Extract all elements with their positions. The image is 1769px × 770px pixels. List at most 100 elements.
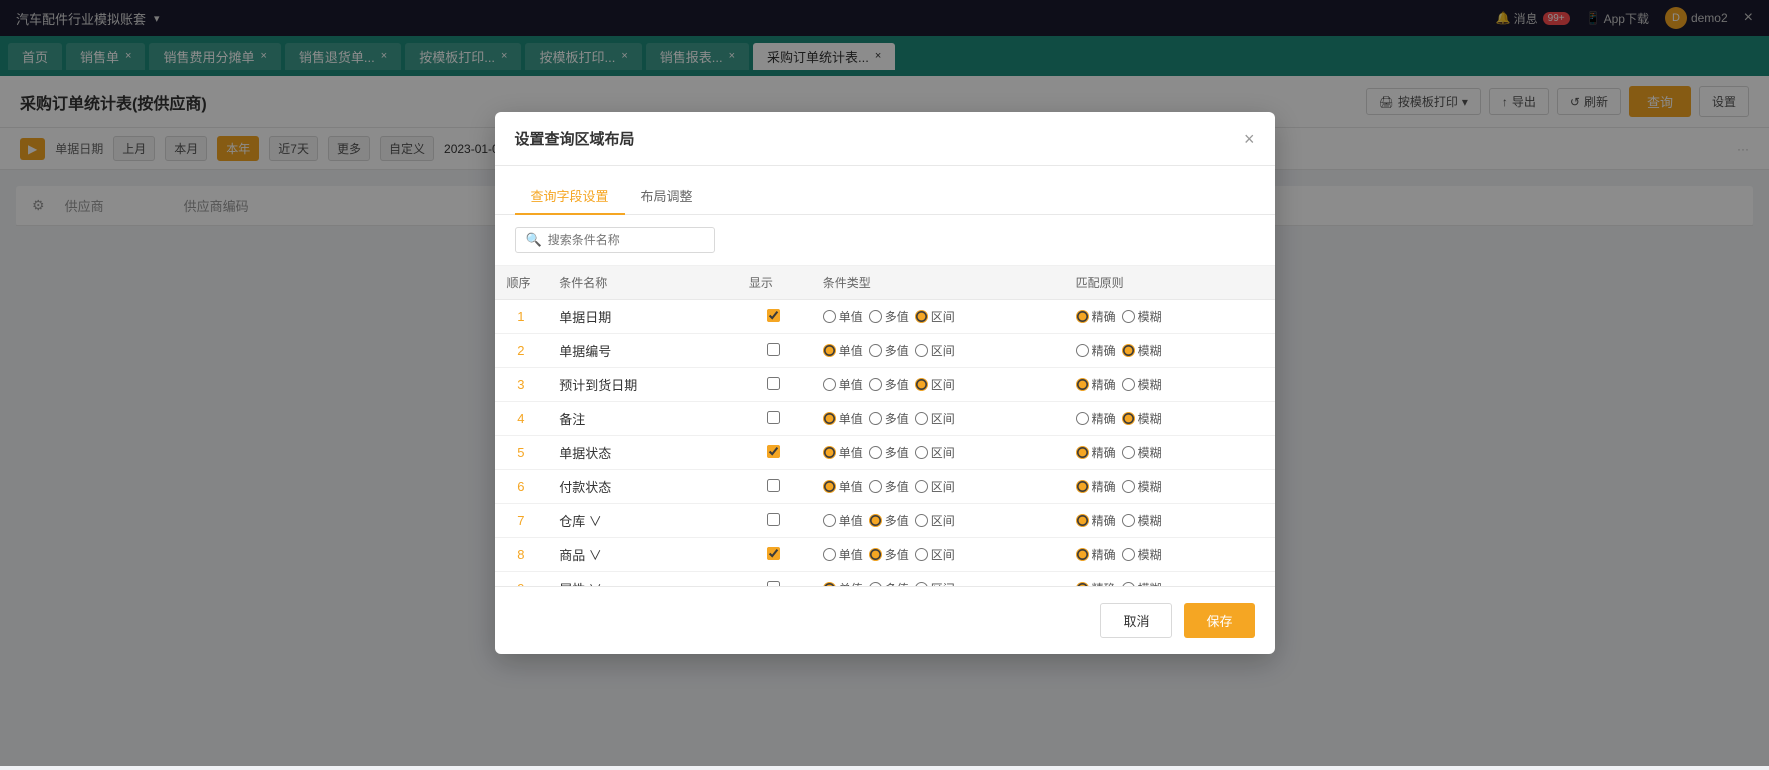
match-option-精确-7[interactable]: 精确: [1076, 546, 1116, 563]
settings-table-header-row: 顺序 条件名称 显示 条件类型 匹配原则: [495, 266, 1275, 300]
type-option-多值-2[interactable]: 多值: [869, 376, 909, 393]
row-type-5: 单值多值区间: [811, 470, 1064, 504]
row-display-0: [737, 300, 811, 334]
type-option-区间-4[interactable]: 区间: [915, 444, 955, 461]
col-header-name: 条件名称: [547, 266, 737, 300]
type-option-区间-1[interactable]: 区间: [915, 342, 955, 359]
type-option-单值-7[interactable]: 单值: [823, 546, 863, 563]
row-type-1: 单值多值区间: [811, 334, 1064, 368]
table-row: 7仓库 ∨单值多值区间精确模糊: [495, 504, 1275, 538]
display-checkbox-0[interactable]: [767, 309, 780, 322]
type-option-区间-3[interactable]: 区间: [915, 410, 955, 427]
tab-query-field-settings[interactable]: 查询字段设置: [515, 178, 625, 215]
row-match-0: 精确模糊: [1064, 300, 1275, 334]
display-checkbox-6[interactable]: [767, 513, 780, 526]
tab-layout-adjust[interactable]: 布局调整: [625, 178, 709, 215]
row-match-2: 精确模糊: [1064, 368, 1275, 402]
display-checkbox-2[interactable]: [767, 377, 780, 390]
match-option-模糊-2[interactable]: 模糊: [1122, 376, 1162, 393]
row-name-8: 属性 ∨: [547, 572, 737, 587]
type-option-区间-7[interactable]: 区间: [915, 546, 955, 563]
type-option-单值-5[interactable]: 单值: [823, 478, 863, 495]
row-display-5: [737, 470, 811, 504]
match-option-模糊-6[interactable]: 模糊: [1122, 512, 1162, 529]
dialog-footer: 取消 保存: [495, 586, 1275, 654]
display-checkbox-5[interactable]: [767, 479, 780, 492]
table-row: 1单据日期单值多值区间精确模糊: [495, 300, 1275, 334]
col-header-match: 匹配原则: [1064, 266, 1275, 300]
col-header-display: 显示: [737, 266, 811, 300]
type-option-多值-3[interactable]: 多值: [869, 410, 909, 427]
type-option-单值-4[interactable]: 单值: [823, 444, 863, 461]
table-row: 3预计到货日期单值多值区间精确模糊: [495, 368, 1275, 402]
dialog-title: 设置查询区域布局: [515, 128, 635, 149]
row-type-2: 单值多值区间: [811, 368, 1064, 402]
match-option-模糊-1[interactable]: 模糊: [1122, 342, 1162, 359]
dialog-search-area: 🔍: [495, 215, 1275, 266]
match-option-精确-5[interactable]: 精确: [1076, 478, 1116, 495]
dialog-tabs: 查询字段设置 布局调整: [495, 166, 1275, 215]
display-checkbox-4[interactable]: [767, 445, 780, 458]
row-type-4: 单值多值区间: [811, 436, 1064, 470]
settings-table-scroll: 顺序 条件名称 显示 条件类型 匹配原则 1单据日期单值多值区间精确模糊2单据编…: [495, 266, 1275, 586]
type-option-区间-5[interactable]: 区间: [915, 478, 955, 495]
cancel-button[interactable]: 取消: [1100, 603, 1172, 638]
type-option-单值-6[interactable]: 单值: [823, 512, 863, 529]
display-checkbox-3[interactable]: [767, 411, 780, 424]
type-option-单值-2[interactable]: 单值: [823, 376, 863, 393]
table-row: 9属性 ∨单值多值区间精确模糊: [495, 572, 1275, 587]
row-display-4: [737, 436, 811, 470]
settings-table-body: 1单据日期单值多值区间精确模糊2单据编号单值多值区间精确模糊3预计到货日期单值多…: [495, 300, 1275, 587]
settings-table-head: 顺序 条件名称 显示 条件类型 匹配原则: [495, 266, 1275, 300]
row-order-7: 8: [495, 538, 548, 572]
match-option-模糊-7[interactable]: 模糊: [1122, 546, 1162, 563]
match-option-精确-2[interactable]: 精确: [1076, 376, 1116, 393]
match-option-模糊-4[interactable]: 模糊: [1122, 444, 1162, 461]
match-option-精确-6[interactable]: 精确: [1076, 512, 1116, 529]
search-input[interactable]: [548, 233, 698, 247]
row-order-1: 2: [495, 334, 548, 368]
row-display-2: [737, 368, 811, 402]
type-option-单值-1[interactable]: 单值: [823, 342, 863, 359]
search-icon: 🔍: [526, 232, 542, 248]
match-option-精确-4[interactable]: 精确: [1076, 444, 1116, 461]
match-option-模糊-5[interactable]: 模糊: [1122, 478, 1162, 495]
row-name-4: 单据状态: [547, 436, 737, 470]
save-button[interactable]: 保存: [1184, 603, 1254, 638]
type-option-区间-0[interactable]: 区间: [915, 308, 955, 325]
type-option-区间-6[interactable]: 区间: [915, 512, 955, 529]
type-option-区间-2[interactable]: 区间: [915, 376, 955, 393]
table-row: 8商品 ∨单值多值区间精确模糊: [495, 538, 1275, 572]
row-name-1: 单据编号: [547, 334, 737, 368]
table-row: 2单据编号单值多值区间精确模糊: [495, 334, 1275, 368]
table-row: 4备注单值多值区间精确模糊: [495, 402, 1275, 436]
table-row: 6付款状态单值多值区间精确模糊: [495, 470, 1275, 504]
row-name-2: 预计到货日期: [547, 368, 737, 402]
match-option-精确-1[interactable]: 精确: [1076, 342, 1116, 359]
row-display-1: [737, 334, 811, 368]
row-order-3: 4: [495, 402, 548, 436]
dialog-close-button[interactable]: ×: [1244, 130, 1255, 148]
display-checkbox-1[interactable]: [767, 343, 780, 356]
row-type-3: 单值多值区间: [811, 402, 1064, 436]
match-option-精确-3[interactable]: 精确: [1076, 410, 1116, 427]
type-option-多值-1[interactable]: 多值: [869, 342, 909, 359]
row-match-3: 精确模糊: [1064, 402, 1275, 436]
type-option-单值-3[interactable]: 单值: [823, 410, 863, 427]
row-match-1: 精确模糊: [1064, 334, 1275, 368]
col-header-order: 顺序: [495, 266, 548, 300]
type-option-多值-4[interactable]: 多值: [869, 444, 909, 461]
row-name-3: 备注: [547, 402, 737, 436]
type-option-多值-6[interactable]: 多值: [869, 512, 909, 529]
row-match-8: 精确模糊: [1064, 572, 1275, 587]
type-option-多值-7[interactable]: 多值: [869, 546, 909, 563]
type-option-单值-0[interactable]: 单值: [823, 308, 863, 325]
dialog-overlay: 设置查询区域布局 × 查询字段设置 布局调整 🔍 顺序 条件名称 显示: [0, 0, 1769, 766]
row-order-6: 7: [495, 504, 548, 538]
match-option-模糊-3[interactable]: 模糊: [1122, 410, 1162, 427]
match-option-模糊-0[interactable]: 模糊: [1122, 308, 1162, 325]
type-option-多值-5[interactable]: 多值: [869, 478, 909, 495]
match-option-精确-0[interactable]: 精确: [1076, 308, 1116, 325]
type-option-多值-0[interactable]: 多值: [869, 308, 909, 325]
display-checkbox-7[interactable]: [767, 547, 780, 560]
